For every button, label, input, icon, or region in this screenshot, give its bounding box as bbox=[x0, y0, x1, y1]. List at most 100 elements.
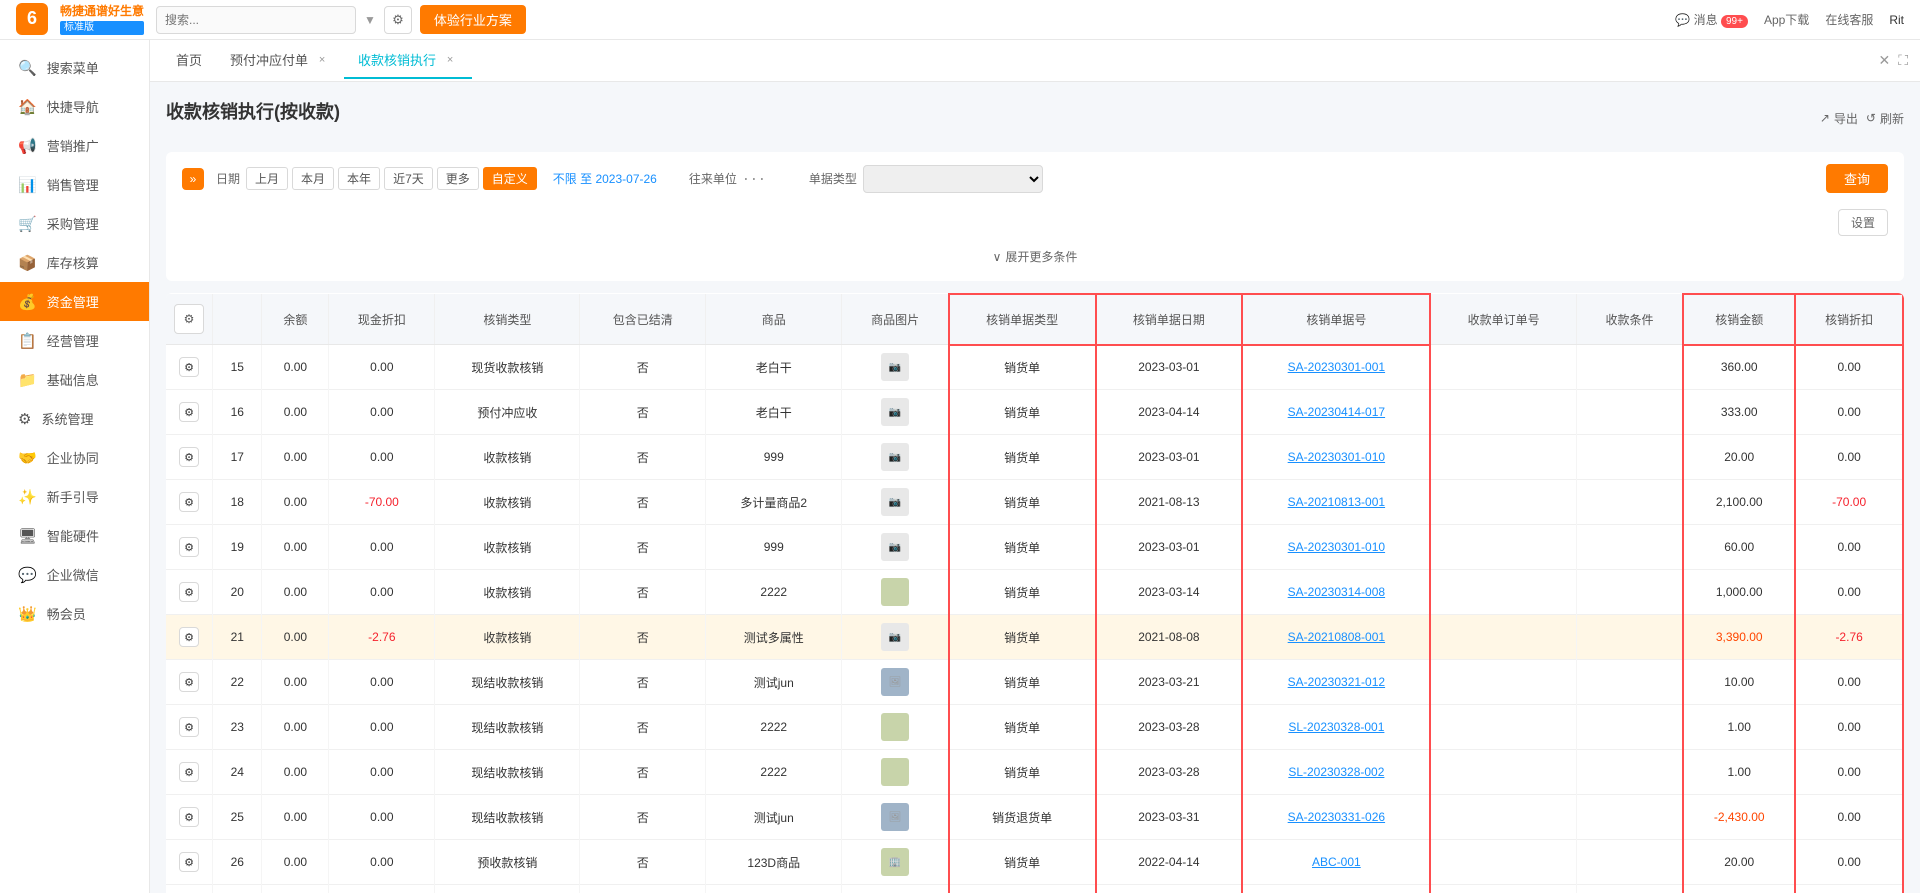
cell-gear[interactable]: ⚙ bbox=[166, 660, 213, 705]
sidebar-item-inventory[interactable]: 📦库存核算 bbox=[0, 243, 149, 282]
tab-collection-close[interactable]: × bbox=[442, 52, 458, 68]
filter-expand-btn[interactable]: » bbox=[182, 168, 204, 190]
sidebar-icon-operations: 📋 bbox=[18, 332, 37, 350]
cell-receipt-order-no bbox=[1430, 345, 1576, 390]
sidebar-item-operations[interactable]: 📋经营管理 bbox=[0, 321, 149, 360]
row-settings-icon[interactable]: ⚙ bbox=[179, 357, 199, 377]
bill-type-filter-group: 单据类型 bbox=[809, 165, 1043, 193]
tab-prepay[interactable]: 预付冲应付单 × bbox=[216, 42, 344, 79]
date-btn-this-year[interactable]: 本年 bbox=[338, 167, 380, 190]
cell-gear[interactable]: ⚙ bbox=[166, 795, 213, 840]
sidebar-item-guide[interactable]: ✨新手引导 bbox=[0, 477, 149, 516]
user-name[interactable]: Rit bbox=[1889, 13, 1904, 27]
row-settings-icon[interactable]: ⚙ bbox=[179, 852, 199, 872]
sidebar-item-collab[interactable]: 🤝企业协同 bbox=[0, 438, 149, 477]
bill-type-select[interactable] bbox=[863, 165, 1043, 193]
row-settings-icon[interactable]: ⚙ bbox=[179, 582, 199, 602]
cell-bill-report-no[interactable]: SA-20210813-001 bbox=[1242, 480, 1430, 525]
export-btn[interactable]: ↗ 导出 bbox=[1820, 110, 1858, 127]
filter-settings-btn[interactable]: 设置 bbox=[1838, 209, 1888, 236]
online-support-link[interactable]: 在线客服 bbox=[1825, 11, 1873, 28]
sidebar-item-hardware[interactable]: 🖥智能硬件 bbox=[0, 516, 149, 555]
cell-cash-discount: 0.00 bbox=[329, 525, 435, 570]
search-input[interactable] bbox=[156, 6, 356, 34]
maximize-icon[interactable]: ⛶ bbox=[1898, 52, 1908, 69]
sidebar-item-finance[interactable]: 💰资金管理 bbox=[0, 282, 149, 321]
cell-gear[interactable]: ⚙ bbox=[166, 705, 213, 750]
cell-gear[interactable]: ⚙ bbox=[166, 390, 213, 435]
industry-btn[interactable]: 体验行业方案 bbox=[420, 5, 526, 34]
settings-icon[interactable]: ⚙ bbox=[384, 6, 412, 34]
cell-bill-report-no[interactable]: SA-20230414-017 bbox=[1242, 390, 1430, 435]
row-settings-icon[interactable]: ⚙ bbox=[179, 447, 199, 467]
cell-bill-report-no[interactable]: SA-20210808-001 bbox=[1242, 615, 1430, 660]
cell-gear[interactable]: ⚙ bbox=[166, 885, 213, 893]
cell-cash-discount: 0.00 bbox=[329, 570, 435, 615]
row-settings-icon[interactable]: ⚙ bbox=[179, 807, 199, 827]
cell-gear[interactable]: ⚙ bbox=[166, 615, 213, 660]
dropdown-arrow-icon[interactable]: ▼ bbox=[364, 13, 376, 27]
cell-gear[interactable]: ⚙ bbox=[166, 525, 213, 570]
date-btn-last-month[interactable]: 上月 bbox=[246, 167, 288, 190]
tab-collection[interactable]: 收款核销执行 × bbox=[344, 42, 472, 79]
sidebar-label-collab: 企业协同 bbox=[47, 448, 99, 467]
sidebar-item-basic[interactable]: 📁基础信息 bbox=[0, 360, 149, 399]
cell-bill-report-no[interactable]: SL-20230328-001 bbox=[1242, 705, 1430, 750]
sidebar-item-sales[interactable]: 📊销售管理 bbox=[0, 165, 149, 204]
sidebar-item-marketing[interactable]: 📢营销推广 bbox=[0, 126, 149, 165]
col-header-balance: 余额 bbox=[262, 294, 329, 345]
row-settings-icon[interactable]: ⚙ bbox=[179, 762, 199, 782]
cell-bill-report-no[interactable]: SA-20230301-010 bbox=[1242, 525, 1430, 570]
app-download-link[interactable]: App下载 bbox=[1764, 11, 1809, 28]
sidebar-icon-system: ⚙ bbox=[18, 410, 31, 428]
export-icon: ↗ bbox=[1820, 111, 1830, 125]
date-btn-this-month[interactable]: 本月 bbox=[292, 167, 334, 190]
cell-bill-report-no[interactable]: SA-20230331-026 bbox=[1242, 795, 1430, 840]
date-btn-custom[interactable]: 自定义 bbox=[483, 167, 537, 190]
cell-gear[interactable]: ⚙ bbox=[166, 435, 213, 480]
refresh-btn[interactable]: ↺ 刷新 bbox=[1866, 110, 1904, 127]
query-btn[interactable]: 查询 bbox=[1826, 164, 1888, 193]
row-settings-icon[interactable]: ⚙ bbox=[179, 717, 199, 737]
cell-gear[interactable]: ⚙ bbox=[166, 570, 213, 615]
cell-bill-report-no[interactable]: ABC-001 bbox=[1242, 840, 1430, 885]
sidebar-item-quicknav[interactable]: 🏠快捷导航 bbox=[0, 87, 149, 126]
column-settings-icon[interactable]: ⚙ bbox=[174, 304, 204, 334]
row-settings-icon[interactable]: ⚙ bbox=[179, 402, 199, 422]
date-btn-more[interactable]: 更多 bbox=[437, 167, 479, 190]
cell-gear[interactable]: ⚙ bbox=[166, 750, 213, 795]
expand-conditions-btn[interactable]: ∨ 展开更多条件 bbox=[182, 244, 1888, 269]
tab-home[interactable]: 首页 bbox=[162, 42, 216, 79]
date-btn-7days[interactable]: 近7天 bbox=[384, 167, 433, 190]
sidebar-item-member[interactable]: 👑畅会员 bbox=[0, 594, 149, 633]
cell-balance: 0.00 bbox=[262, 570, 329, 615]
row-settings-icon[interactable]: ⚙ bbox=[179, 627, 199, 647]
cell-gear[interactable]: ⚙ bbox=[166, 840, 213, 885]
cell-bill-report-no[interactable]: SA-20230301-010 bbox=[1242, 435, 1430, 480]
cell-gear[interactable]: ⚙ bbox=[166, 480, 213, 525]
cell-bill-report-no[interactable]: SL-20230408-001 bbox=[1242, 885, 1430, 893]
cell-bill-report-no[interactable]: SL-20230328-002 bbox=[1242, 750, 1430, 795]
row-settings-icon[interactable]: ⚙ bbox=[179, 672, 199, 692]
cell-bill-report-no[interactable]: SA-20230314-008 bbox=[1242, 570, 1430, 615]
cell-balance: 0.00 bbox=[262, 750, 329, 795]
cell-include-settled: 否 bbox=[580, 480, 706, 525]
row-settings-icon[interactable]: ⚙ bbox=[179, 537, 199, 557]
close-window-icon[interactable]: ✕ bbox=[1878, 52, 1890, 69]
sidebar-item-system[interactable]: ⚙系统管理 bbox=[0, 399, 149, 438]
cell-receipt-condition bbox=[1576, 795, 1683, 840]
table-row: ⚙ 16 0.00 0.00 预付冲应收 否 老白干 📷 销货单 2023-04… bbox=[166, 390, 1903, 435]
col-header-gear[interactable]: ⚙ bbox=[166, 294, 213, 345]
cell-bill-report-no[interactable]: SA-20230301-001 bbox=[1242, 345, 1430, 390]
notice-area[interactable]: 💬 消息 99+ bbox=[1675, 11, 1748, 28]
cell-bill-report-no[interactable]: SA-20230321-012 bbox=[1242, 660, 1430, 705]
sidebar-item-wechat[interactable]: 💬企业微信 bbox=[0, 555, 149, 594]
cell-gear[interactable]: ⚙ bbox=[166, 345, 213, 390]
sidebar-item-search[interactable]: 🔍搜索菜单 bbox=[0, 48, 149, 87]
cell-include-settled: 否 bbox=[580, 840, 706, 885]
sidebar-item-purchase[interactable]: 🛒采购管理 bbox=[0, 204, 149, 243]
cell-write-off-type: 收款核销 bbox=[435, 615, 580, 660]
row-settings-icon[interactable]: ⚙ bbox=[179, 492, 199, 512]
goods-image-thumb: 📷 bbox=[881, 443, 909, 471]
tab-prepay-close[interactable]: × bbox=[314, 52, 330, 68]
